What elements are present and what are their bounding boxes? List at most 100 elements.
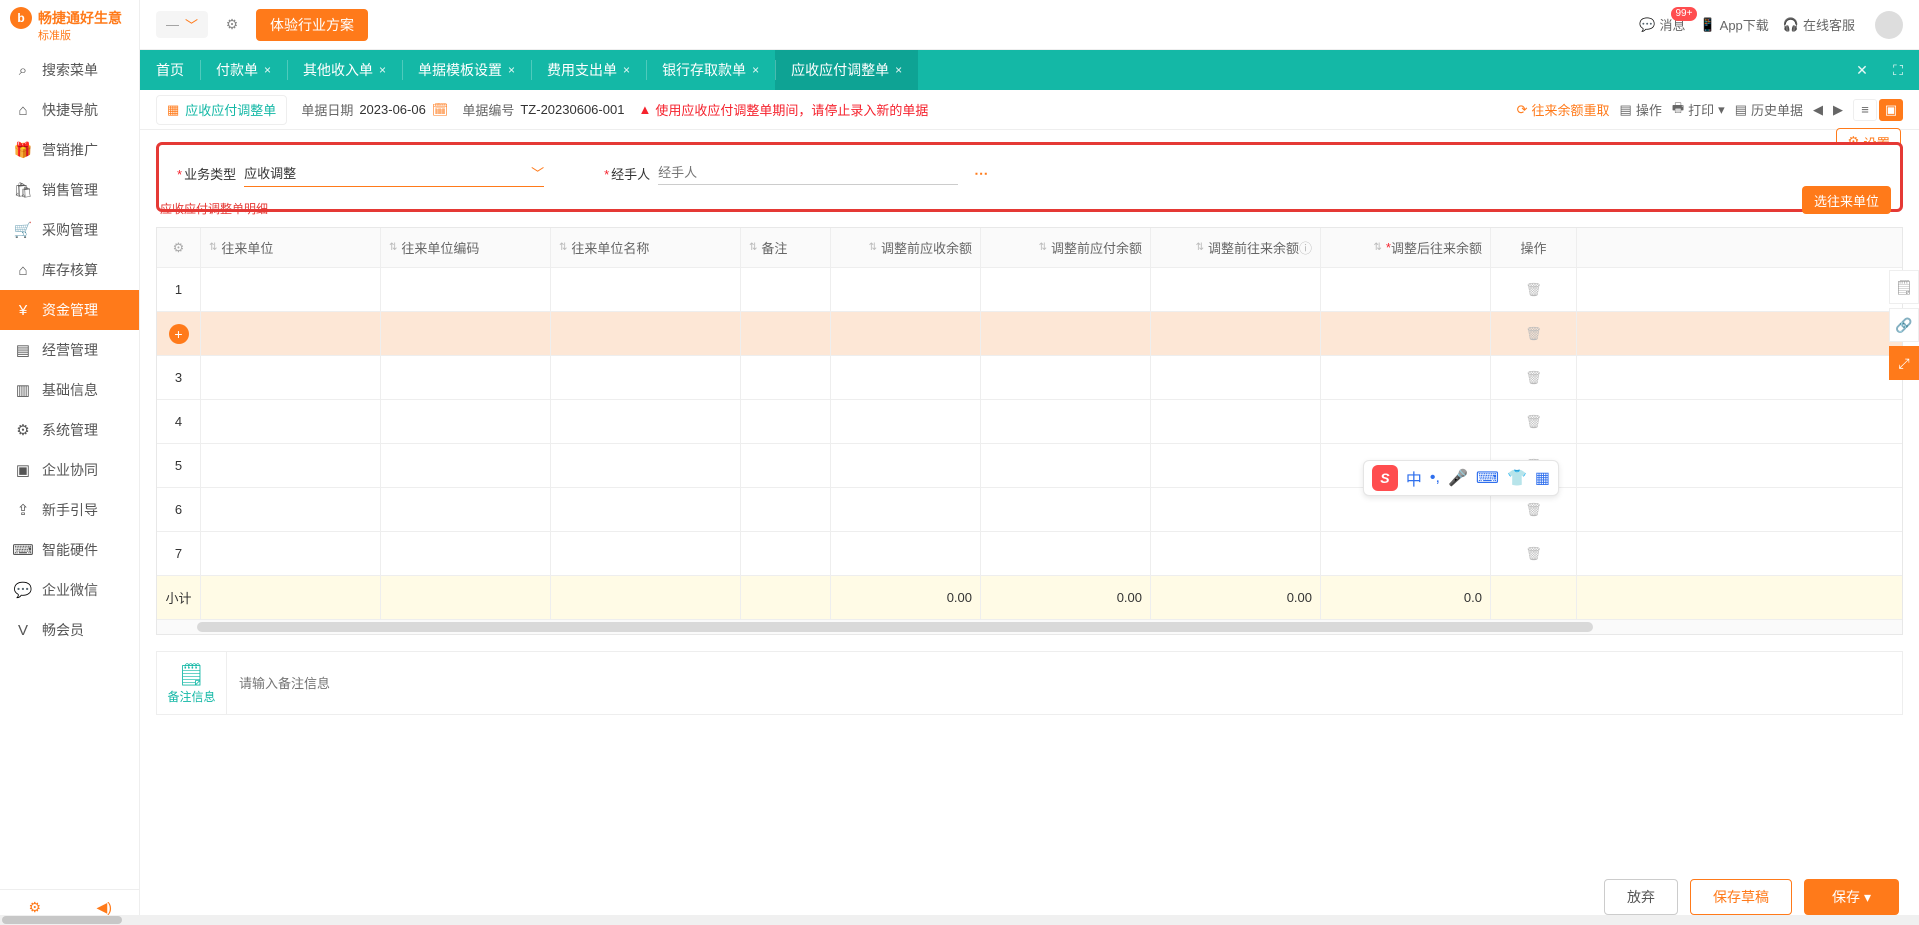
- sidebar-item[interactable]: ⌂库存核算: [0, 250, 139, 290]
- remark-input[interactable]: [227, 652, 1902, 714]
- ime-toolbox-icon[interactable]: ▦: [1535, 468, 1550, 488]
- org-name: —: [166, 17, 179, 32]
- col-unit[interactable]: 往来单位: [201, 228, 381, 267]
- sidebar-item[interactable]: ▤经营管理: [0, 330, 139, 370]
- save-button[interactable]: 保存▾: [1804, 879, 1899, 915]
- sidebar-item-icon: ¥: [14, 301, 32, 319]
- float-expand-icon[interactable]: ⤢: [1889, 346, 1919, 380]
- sidebar-item[interactable]: ▣企业协同: [0, 450, 139, 490]
- sidebar-item[interactable]: V畅会员: [0, 610, 139, 650]
- ime-skin-icon[interactable]: 👕: [1507, 468, 1527, 488]
- col-pre-recv[interactable]: 调整前应收余额: [831, 228, 981, 267]
- col-pre-pay[interactable]: 调整前应付余额: [981, 228, 1151, 267]
- sidebar-item[interactable]: ⌂快捷导航: [0, 90, 139, 130]
- calendar-icon[interactable]: 🗓: [432, 102, 449, 118]
- avatar[interactable]: [1875, 11, 1903, 39]
- logo-text: 畅捷通好生意: [38, 8, 122, 28]
- sidebar-item[interactable]: ⌕搜索菜单: [0, 50, 139, 90]
- delete-row-icon[interactable]: 🗑: [1525, 282, 1542, 298]
- tab[interactable]: 其他收入单×: [287, 50, 402, 90]
- sidebar-item[interactable]: ▥基础信息: [0, 370, 139, 410]
- org-selector[interactable]: — ﹀: [156, 11, 208, 38]
- subtotal-pre-bal: 0.00: [1151, 576, 1321, 619]
- tab[interactable]: 应收应付调整单×: [775, 50, 918, 90]
- save-draft-button[interactable]: 保存草稿: [1690, 879, 1792, 915]
- table-row[interactable]: +🗑: [157, 312, 1902, 356]
- sidebar-item[interactable]: 🎁营销推广: [0, 130, 139, 170]
- online-support-link[interactable]: 🎧 在线客服: [1783, 15, 1855, 34]
- tab[interactable]: 首页: [140, 50, 200, 90]
- app-download-link[interactable]: 📱 App下载: [1699, 15, 1768, 34]
- tab[interactable]: 费用支出单×: [531, 50, 646, 90]
- sidebar-item[interactable]: ⚙系统管理: [0, 410, 139, 450]
- ime-lang[interactable]: 中: [1406, 466, 1422, 490]
- tab-close-icon[interactable]: ×: [379, 63, 386, 77]
- doc-no-label: 单据编号: [462, 100, 514, 119]
- table-row[interactable]: 7🗑: [157, 532, 1902, 576]
- table-row[interactable]: 3🗑: [157, 356, 1902, 400]
- history-action[interactable]: ▤历史单据: [1735, 100, 1803, 119]
- handler-picker[interactable]: ⋯: [974, 165, 988, 182]
- biz-type-select[interactable]: 应收调整 ﹀: [244, 159, 544, 187]
- table-row[interactable]: 4🗑: [157, 400, 1902, 444]
- row-index: 5: [157, 444, 201, 487]
- settings-gear[interactable]: ⚙: [218, 11, 246, 39]
- messages-link[interactable]: 💬 消息 99+: [1639, 15, 1685, 34]
- col-remark[interactable]: 备注: [741, 228, 831, 267]
- delete-row-icon[interactable]: 🗑: [1525, 414, 1542, 430]
- tab[interactable]: 付款单×: [200, 50, 287, 90]
- tab-close-icon[interactable]: ×: [623, 63, 630, 77]
- tab-close-all[interactable]: ✕: [1847, 55, 1877, 85]
- col-post-bal[interactable]: *调整后往来余额: [1321, 228, 1491, 267]
- refetch-balance-action[interactable]: ⟳往来余额重取: [1517, 100, 1610, 119]
- tab-close-icon[interactable]: ×: [895, 63, 902, 77]
- col-op: 操作: [1491, 228, 1577, 267]
- sidebar-item-icon: 🛍: [14, 181, 32, 199]
- ime-keyboard-icon[interactable]: ⌨: [1476, 468, 1499, 488]
- sidebar-item[interactable]: 🛍销售管理: [0, 170, 139, 210]
- row-op: 🗑: [1491, 400, 1577, 443]
- tab-close-icon[interactable]: ×: [752, 63, 759, 77]
- column-settings-icon[interactable]: ⚙: [173, 240, 185, 256]
- tab-close-icon[interactable]: ×: [508, 63, 515, 77]
- sidebar-item[interactable]: ⌨智能硬件: [0, 530, 139, 570]
- view-list[interactable]: ≡: [1853, 99, 1877, 121]
- table-row[interactable]: 6🗑: [157, 488, 1902, 532]
- abandon-button[interactable]: 放弃: [1604, 879, 1678, 915]
- ime-toolbar[interactable]: S 中 •, 🎤 ⌨ 👕 ▦: [1363, 460, 1559, 496]
- float-note-icon[interactable]: 🗒: [1889, 270, 1919, 304]
- col-unit-code[interactable]: 往来单位编码: [381, 228, 551, 267]
- delete-row-icon[interactable]: 🗑: [1525, 370, 1542, 386]
- sidebar-item[interactable]: ⇪新手引导: [0, 490, 139, 530]
- handler-input[interactable]: [658, 161, 958, 185]
- tab-close-icon[interactable]: ×: [264, 63, 271, 77]
- sidebar-item[interactable]: ¥资金管理: [0, 290, 139, 330]
- delete-row-icon[interactable]: 🗑: [1525, 326, 1542, 342]
- operate-action[interactable]: ▤操作: [1620, 100, 1662, 119]
- tab-expand[interactable]: ⛶: [1883, 55, 1913, 85]
- sidebar-item[interactable]: 💬企业微信: [0, 570, 139, 610]
- add-row-button[interactable]: +: [169, 324, 189, 344]
- delete-row-icon[interactable]: 🗑: [1525, 546, 1542, 562]
- col-pre-bal[interactable]: 调整前往来余额 ⓘ: [1151, 228, 1321, 267]
- ime-punct-icon[interactable]: •,: [1430, 469, 1440, 487]
- doc-icon: ▦: [167, 102, 179, 118]
- page-scrollbar[interactable]: [0, 915, 1919, 925]
- float-link-icon[interactable]: 🔗: [1889, 308, 1919, 342]
- next-doc[interactable]: ▶: [1833, 102, 1843, 118]
- col-unit-name[interactable]: 往来单位名称: [551, 228, 741, 267]
- view-detail[interactable]: ▣: [1879, 99, 1903, 121]
- doc-date-value[interactable]: 2023-06-06: [359, 102, 426, 117]
- prev-doc[interactable]: ◀: [1813, 102, 1823, 118]
- table-hscroll[interactable]: [157, 620, 1902, 634]
- ime-mic-icon[interactable]: 🎤: [1448, 468, 1468, 488]
- tab[interactable]: 银行存取款单×: [646, 50, 775, 90]
- help-icon[interactable]: ⓘ: [1299, 238, 1312, 257]
- tab[interactable]: 单据模板设置×: [402, 50, 531, 90]
- table-row[interactable]: 1🗑: [157, 268, 1902, 312]
- table-row[interactable]: 5🗑: [157, 444, 1902, 488]
- delete-row-icon[interactable]: 🗑: [1525, 502, 1542, 518]
- print-action[interactable]: 🖶打印▾: [1672, 99, 1725, 121]
- sidebar-item[interactable]: 🛒采购管理: [0, 210, 139, 250]
- try-industry-button[interactable]: 体验行业方案: [256, 9, 368, 41]
